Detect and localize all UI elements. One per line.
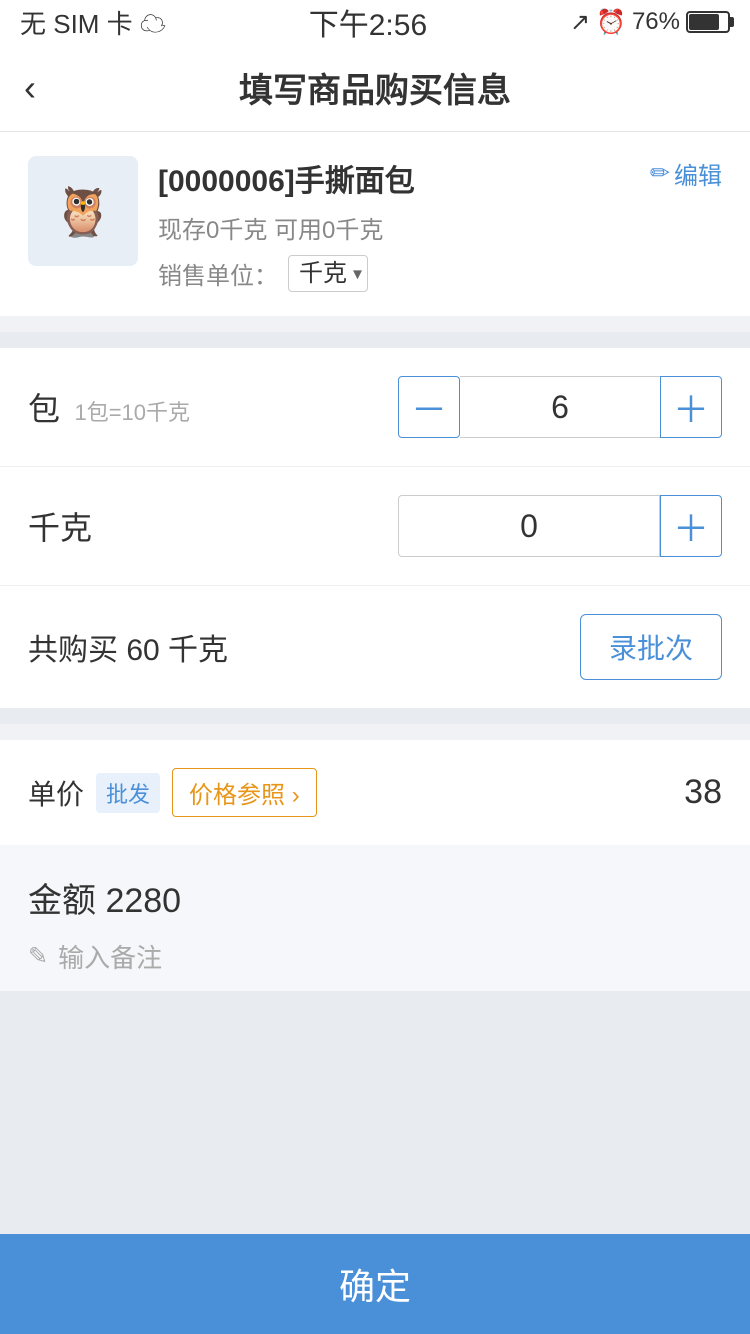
amount-note[interactable]: ✎ 输入备注 xyxy=(28,938,722,975)
product-card: 🦉 [0000006]手撕面包 ✏ 编辑 现存0千克 可用0千克 销售单位： 千… xyxy=(0,132,750,316)
amount-row: 金额 2280 xyxy=(28,873,722,922)
total-label: 共购买 60 千克 xyxy=(28,625,228,669)
price-type-badge: 批发 xyxy=(96,773,160,813)
price-left: 单价 批发 价格参照 › xyxy=(28,768,317,817)
battery-percent: 76% xyxy=(632,8,680,36)
edit-icon: ✏ xyxy=(650,159,670,188)
product-thumbnail: 🦉 xyxy=(28,156,138,266)
status-right: ↗ ⏰ 76% xyxy=(570,8,730,37)
total-row: 共购买 60 千克 录批次 xyxy=(0,586,750,708)
status-left: 无 SIM 卡 ☁ xyxy=(20,4,166,41)
unit-label: 销售单位： xyxy=(158,256,278,291)
page-title: 填写商品购买信息 xyxy=(239,63,511,112)
status-time: 下午2:56 xyxy=(309,0,427,44)
back-button[interactable]: ‹ xyxy=(24,67,36,109)
bag-label-wrap: 包 1包=10千克 xyxy=(28,384,190,430)
product-info: [0000006]手撕面包 ✏ 编辑 现存0千克 可用0千克 销售单位： 千克 xyxy=(158,156,722,292)
price-ref-button[interactable]: 价格参照 › xyxy=(172,768,317,817)
note-placeholder[interactable]: 输入备注 xyxy=(58,938,162,975)
section-divider-2 xyxy=(0,708,750,724)
bag-qty-input[interactable] xyxy=(460,376,660,438)
record-batch-button[interactable]: 录批次 xyxy=(580,614,722,680)
amount-section: 金额 2280 ✎ 输入备注 xyxy=(0,845,750,991)
product-owl-icon: 🦉 xyxy=(53,183,113,240)
amount-label: 金额 2280 xyxy=(28,882,181,920)
bag-qty-row: 包 1包=10千克 － ＋ xyxy=(0,348,750,467)
bag-qty-control: － ＋ xyxy=(398,376,722,438)
kg-label-wrap: 千克 xyxy=(28,503,92,549)
alarm-icon: ⏰ xyxy=(596,8,626,37)
bag-hint: 1包=10千克 xyxy=(74,400,190,425)
nav-bar: ‹ 填写商品购买信息 xyxy=(0,44,750,132)
location-icon: ↗ xyxy=(570,8,590,37)
qty-section: 包 1包=10千克 － ＋ 千克 ＋ 共购买 60 千克 录批次 xyxy=(0,348,750,708)
product-stock: 现存0千克 可用0千克 xyxy=(158,210,722,245)
unit-select-wrap[interactable]: 千克 xyxy=(288,255,368,292)
kg-plus-button[interactable]: ＋ xyxy=(660,495,722,557)
kg-qty-control: ＋ xyxy=(398,495,722,557)
product-unit-row: 销售单位： 千克 xyxy=(158,255,722,292)
product-name: [0000006]手撕面包 xyxy=(158,156,415,200)
confirm-button[interactable]: 确定 xyxy=(0,1234,750,1334)
battery-icon xyxy=(686,11,730,33)
bag-plus-button[interactable]: ＋ xyxy=(660,376,722,438)
price-section: 单价 批发 价格参照 › 38 xyxy=(0,740,750,845)
bag-label: 包 xyxy=(28,391,60,427)
status-bar: 无 SIM 卡 ☁ 下午2:56 ↗ ⏰ 76% xyxy=(0,0,750,44)
edit-button[interactable]: ✏ 编辑 xyxy=(650,156,722,191)
kg-qty-row: 千克 ＋ xyxy=(0,467,750,586)
pencil-icon: ✎ xyxy=(28,942,48,971)
kg-label: 千克 xyxy=(28,510,92,546)
unit-select[interactable]: 千克 xyxy=(288,255,368,292)
bag-minus-button[interactable]: － xyxy=(398,376,460,438)
price-label: 单价 xyxy=(28,773,84,813)
price-value: 38 xyxy=(684,773,722,812)
kg-qty-input[interactable] xyxy=(398,495,660,557)
section-divider-1 xyxy=(0,332,750,348)
